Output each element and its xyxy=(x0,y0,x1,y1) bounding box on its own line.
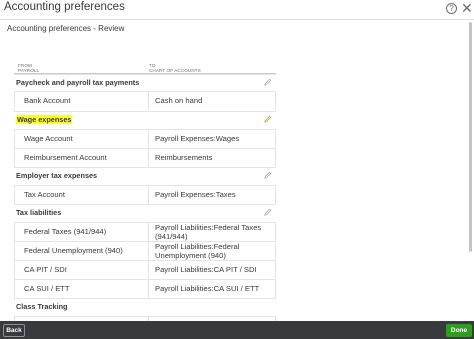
pencil-icon[interactable] xyxy=(264,115,272,123)
section-label: Employer tax expenses xyxy=(16,171,98,180)
section-label: Class Tracking xyxy=(16,302,68,311)
to-cell[interactable]: Payroll Liabilities:CA SUI / ETT xyxy=(155,284,259,293)
table-row: CA SUI / ETT Payroll Liabilities:CA SUI … xyxy=(14,279,276,298)
column-divider xyxy=(148,242,149,260)
column-divider xyxy=(148,130,149,148)
section-label: Tax liabilities xyxy=(16,208,62,217)
column-divider xyxy=(148,223,149,241)
to-cell[interactable]: Payroll Liabilities:Federal Unemployment… xyxy=(155,242,273,260)
pencil-icon[interactable] xyxy=(264,208,272,216)
section-employer-tax-expenses: Employer tax expenses xyxy=(14,167,276,184)
from-column-header: FROM PAYROLL xyxy=(18,63,39,73)
column-divider xyxy=(148,280,149,298)
footer-bar: Back Done xyxy=(0,321,474,339)
from-cell: Federal Unemployment (940) xyxy=(24,246,123,255)
table-row: Wage Account Payroll Expenses:Wages xyxy=(14,129,276,148)
column-divider xyxy=(148,261,149,279)
done-button[interactable]: Done xyxy=(446,324,472,337)
window-title: Accounting preferences xyxy=(4,1,125,13)
from-cell: Federal Taxes (941/944) xyxy=(24,227,107,236)
from-cell: Tax Account xyxy=(24,190,65,199)
title-bar: Accounting preferences ? ✕ xyxy=(0,0,474,19)
to-cell[interactable]: Payroll Liabilities:CA PIT / SDI xyxy=(155,265,257,274)
pencil-icon[interactable] xyxy=(264,78,272,86)
close-icon[interactable]: ✕ xyxy=(461,0,473,16)
scrollbar-thumb[interactable] xyxy=(469,22,472,252)
from-cell: Reimbursement Account xyxy=(24,153,107,162)
pencil-icon[interactable] xyxy=(264,171,272,179)
from-cell: Bank Account xyxy=(24,96,71,105)
section-paycheck-payroll-tax: Paycheck and payroll tax payments xyxy=(14,74,276,91)
back-button[interactable]: Back xyxy=(3,324,25,337)
table-row: Bank Account Cash on hand xyxy=(14,91,276,110)
from-cell: CA PIT / SDI xyxy=(24,265,67,274)
table-row: Tax Account Payroll Expenses:Taxes xyxy=(14,185,276,204)
table-row: Federal Unemployment (940) Payroll Liabi… xyxy=(14,241,276,260)
to-cell[interactable]: Payroll Liabilities:Federal Taxes (941/9… xyxy=(155,223,273,241)
to-cell[interactable]: Cash on hand xyxy=(155,96,202,105)
table-row: CA PIT / SDI Payroll Liabilities:CA PIT … xyxy=(14,260,276,279)
section-tax-liabilities: Tax liabilities xyxy=(14,204,276,221)
section-wage-expenses: Wage expenses xyxy=(14,111,276,128)
from-cell: CA SUI / ETT xyxy=(24,284,70,293)
to-cell[interactable]: Payroll Expenses:Taxes xyxy=(155,190,236,199)
from-cell: Wage Account xyxy=(24,134,73,143)
section-label: Wage expenses xyxy=(16,115,73,124)
help-icon[interactable]: ? xyxy=(446,3,457,14)
table-row: Federal Taxes (941/944) Payroll Liabilit… xyxy=(14,222,276,241)
column-divider xyxy=(148,149,149,167)
page-subtitle: Accounting preferences - Review xyxy=(7,24,125,33)
section-class-tracking: Class Tracking xyxy=(14,298,276,315)
column-divider xyxy=(148,92,149,110)
table-row: Reimbursement Account Reimbursements xyxy=(14,148,276,167)
to-cell[interactable]: Reimbursements xyxy=(155,153,212,162)
section-label: Paycheck and payroll tax payments xyxy=(16,78,140,87)
title-divider xyxy=(0,19,474,20)
column-divider xyxy=(148,186,149,204)
to-cell[interactable]: Payroll Expenses:Wages xyxy=(155,134,239,143)
to-column-header: TO CHART OF ACCOUNTS xyxy=(149,63,201,73)
